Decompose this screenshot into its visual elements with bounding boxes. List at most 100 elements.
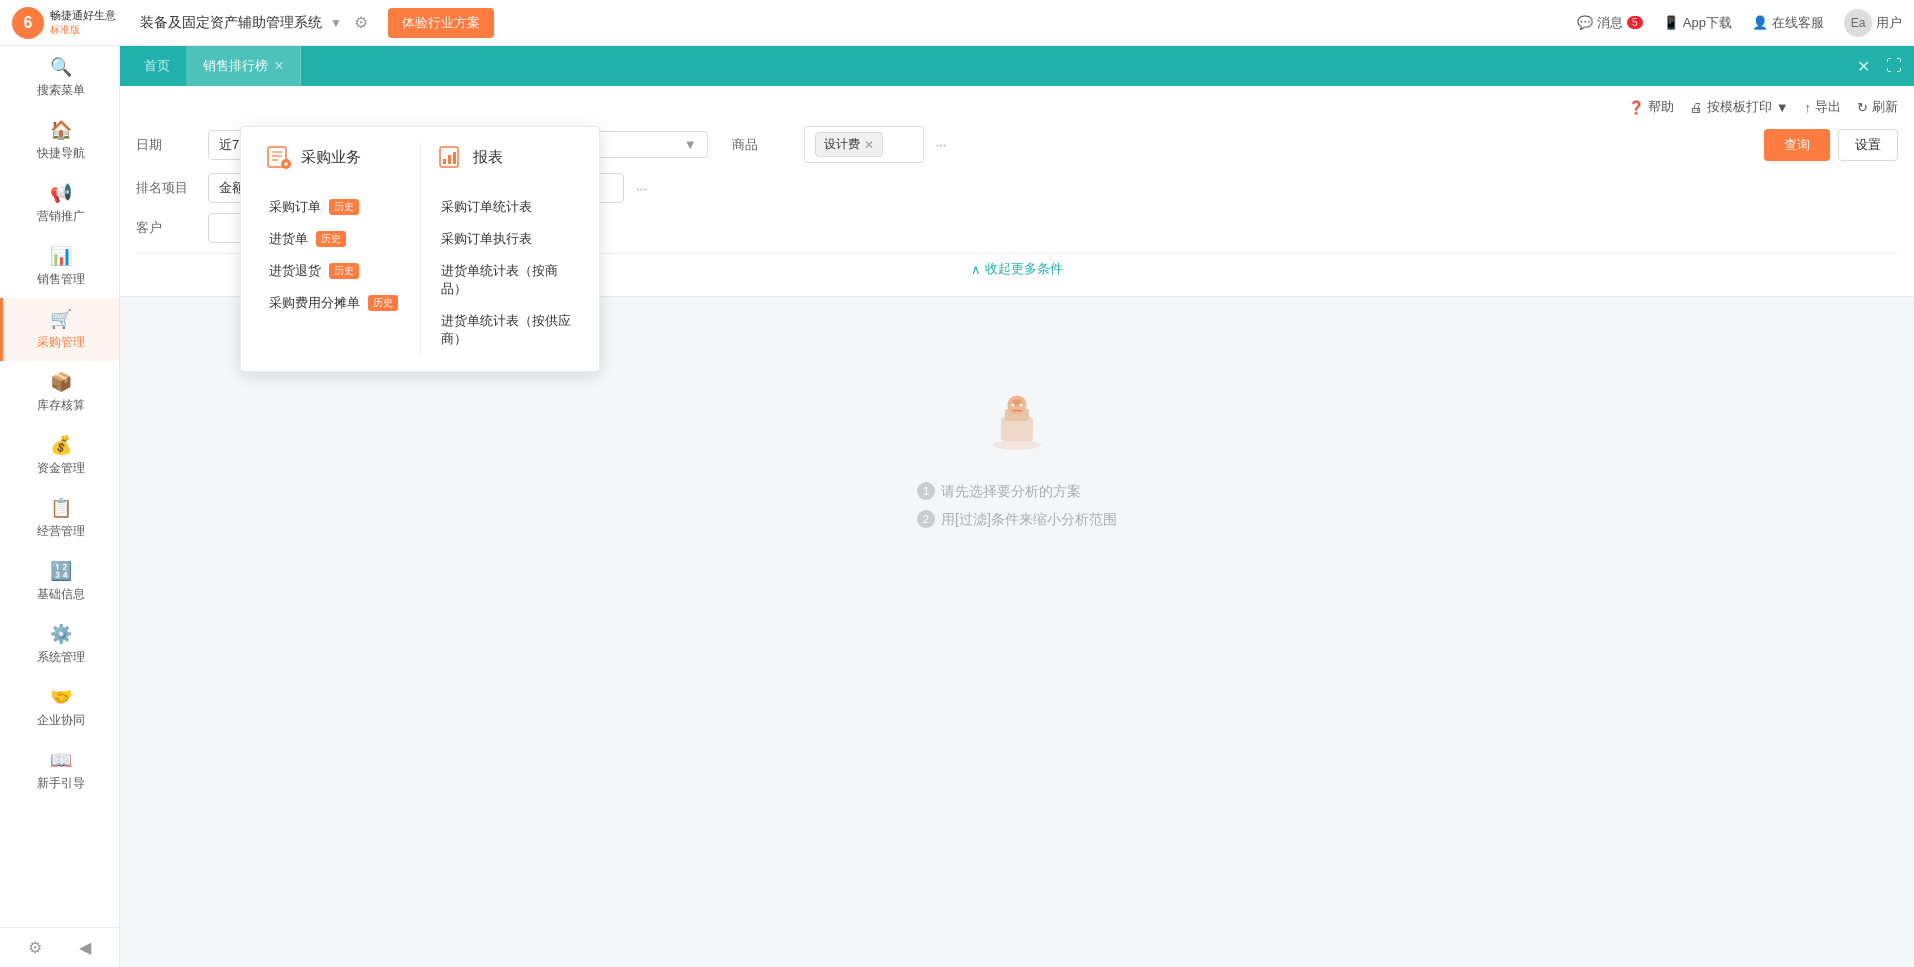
home-icon: 🏠 (50, 119, 72, 141)
app-download-action[interactable]: 📱 App下载 (1663, 14, 1732, 32)
template-print-button[interactable]: 🖨 按模板打印 ▼ (1690, 98, 1789, 116)
tab-close-icon[interactable]: ✕ (274, 59, 284, 73)
message-action[interactable]: 💬 消息 5 (1577, 14, 1643, 32)
svg-rect-16 (443, 159, 446, 164)
content-area: 首页 销售排行榜 ✕ ✕ ⛶ ❓ 帮助 (120, 46, 1914, 967)
message-badge: 5 (1627, 16, 1643, 29)
message-label: 消息 (1597, 14, 1623, 32)
phone-icon: 📱 (1663, 15, 1679, 30)
menu-item-return[interactable]: 进货退货 历史 (265, 255, 412, 287)
return-label: 进货退货 (269, 262, 321, 280)
tab-home-label: 首页 (144, 57, 170, 75)
refresh-icon: ↻ (1857, 100, 1868, 115)
svg-point-5 (1011, 403, 1014, 406)
collapse-label: 收起更多条件 (985, 260, 1063, 278)
user-action[interactable]: Ea 用户 (1844, 9, 1902, 37)
menu-item-expense[interactable]: 采购费用分摊单 历史 (265, 287, 412, 319)
sidebar-item-search[interactable]: 🔍 搜索菜单 (0, 46, 119, 109)
purchase-icon: 🛒 (50, 308, 72, 330)
logo-icon: 6 (12, 7, 44, 39)
refresh-button[interactable]: ↻ 刷新 (1857, 98, 1898, 116)
online-service-action[interactable]: 👤 在线客服 (1752, 14, 1824, 32)
status-arrow: ▼ (684, 137, 697, 152)
goods-tag-close[interactable]: ✕ (864, 138, 874, 152)
collapse-sidebar-icon[interactable]: ◀ (79, 938, 91, 957)
sidebar-item-label: 资金管理 (37, 460, 85, 477)
svg-rect-17 (448, 155, 451, 164)
report-1-label: 采购订单统计表 (441, 198, 532, 216)
marketing-icon: 📢 (50, 182, 72, 204)
col-reports-title: 报表 (473, 148, 503, 167)
sidebar-item-label: 快捷导航 (37, 145, 85, 162)
guide-icon: 📖 (50, 749, 72, 771)
sidebar-item-guide[interactable]: 📖 新手引导 (0, 739, 119, 802)
online-service-label: 在线客服 (1772, 14, 1824, 32)
goods-input[interactable]: 设计费 ✕ (804, 126, 924, 163)
system-settings-icon[interactable]: ⚙ (354, 13, 368, 32)
purchase-dropdown-menu: 采购业务 采购订单 历史 进货单 历史 进货退货 历史 (240, 126, 600, 372)
hist-badge-0: 历史 (329, 199, 359, 215)
logo-text: 畅捷通好生意 (50, 8, 116, 22)
settings-bottom-icon[interactable]: ⚙ (28, 938, 42, 957)
help-button[interactable]: ❓ 帮助 (1628, 98, 1674, 116)
sidebar-item-basic[interactable]: 🔢 基础信息 (0, 550, 119, 613)
industry-button[interactable]: 体验行业方案 (388, 8, 494, 38)
sidebar-item-marketing[interactable]: 📢 营销推广 (0, 172, 119, 235)
search-icon: 🔍 (50, 56, 72, 78)
settings-button[interactable]: 设置 (1838, 129, 1898, 161)
goods-more[interactable]: ··· (936, 137, 947, 152)
hist-badge-2: 历史 (329, 263, 359, 279)
system-title: 装备及固定资产辅助管理系统 (140, 14, 322, 32)
tab-bar: 首页 销售排行榜 ✕ ✕ ⛶ (120, 46, 1914, 86)
sidebar-item-system[interactable]: ⚙️ 系统管理 (0, 613, 119, 676)
query-button[interactable]: 查询 (1764, 129, 1830, 161)
menu-item-report-4[interactable]: 进货单统计表（按供应商） (437, 305, 575, 355)
empty-illustration (977, 377, 1057, 457)
tab-sales-rank[interactable]: 销售排行榜 ✕ (187, 46, 301, 86)
dropdown-columns: 采购业务 采购订单 历史 进货单 历史 进货退货 历史 (257, 143, 583, 355)
system-title-dropdown[interactable]: ▼ (330, 16, 342, 30)
sidebar-bottom: ⚙ ◀ (0, 927, 119, 967)
sidebar-item-purchase[interactable]: 🛒 采购管理 (0, 298, 119, 361)
print-icon: 🖨 (1690, 100, 1703, 115)
sidebar-item-cooperation[interactable]: 🤝 企业协同 (0, 676, 119, 739)
sidebar-item-label: 基础信息 (37, 586, 85, 603)
app-download-label: App下载 (1683, 14, 1732, 32)
sidebar-item-operation[interactable]: 📋 经营管理 (0, 487, 119, 550)
goods-label: 商品 (732, 136, 792, 154)
tab-home[interactable]: 首页 (128, 46, 187, 86)
tab-expand-action[interactable]: ⛶ (1882, 53, 1906, 80)
export-button[interactable]: ↑ 导出 (1805, 98, 1842, 116)
hist-badge-3: 历史 (368, 295, 398, 311)
tab-close-action[interactable]: ✕ (1853, 53, 1874, 80)
dropdown-col-purchase: 采购业务 采购订单 历史 进货单 历史 进货退货 历史 (257, 143, 420, 355)
sidebar-item-label: 企业协同 (37, 712, 85, 729)
sidebar-item-quick-nav[interactable]: 🏠 快捷导航 (0, 109, 119, 172)
inventory-icon: 📦 (50, 371, 72, 393)
menu-item-report-1[interactable]: 采购订单统计表 (437, 191, 575, 223)
sales-icon: 📊 (50, 245, 72, 267)
sidebar-item-label: 营销推广 (37, 208, 85, 225)
menu-item-inbound[interactable]: 进货单 历史 (265, 223, 412, 255)
report-4-label: 进货单统计表（按供应商） (441, 312, 571, 348)
print-dropdown-icon[interactable]: ▼ (1776, 100, 1789, 115)
sidebar-item-inventory[interactable]: 📦 库存核算 (0, 361, 119, 424)
basic-icon: 🔢 (50, 560, 72, 582)
menu-item-report-2[interactable]: 采购订单执行表 (437, 223, 575, 255)
avatar: Ea (1844, 9, 1872, 37)
header-right: 💬 消息 5 📱 App下载 👤 在线客服 Ea 用户 (1577, 9, 1902, 37)
menu-item-report-3[interactable]: 进货单统计表（按商品） (437, 255, 575, 305)
sidebar-item-sales[interactable]: 📊 销售管理 (0, 235, 119, 298)
col-reports-header: 报表 (437, 143, 575, 179)
salesman-more[interactable]: ··· (636, 181, 647, 196)
rank-label: 排名项目 (136, 179, 196, 197)
hist-badge-1: 历史 (316, 231, 346, 247)
sidebar-item-label: 搜索菜单 (37, 82, 85, 99)
system-icon: ⚙️ (50, 623, 72, 645)
sidebar-item-capital[interactable]: 💰 资金管理 (0, 424, 119, 487)
sidebar-item-label: 库存核算 (37, 397, 85, 414)
menu-item-purchase-order[interactable]: 采购订单 历史 (265, 191, 412, 223)
export-icon: ↑ (1805, 100, 1812, 115)
date-label: 日期 (136, 136, 196, 154)
operation-icon: 📋 (50, 497, 72, 519)
